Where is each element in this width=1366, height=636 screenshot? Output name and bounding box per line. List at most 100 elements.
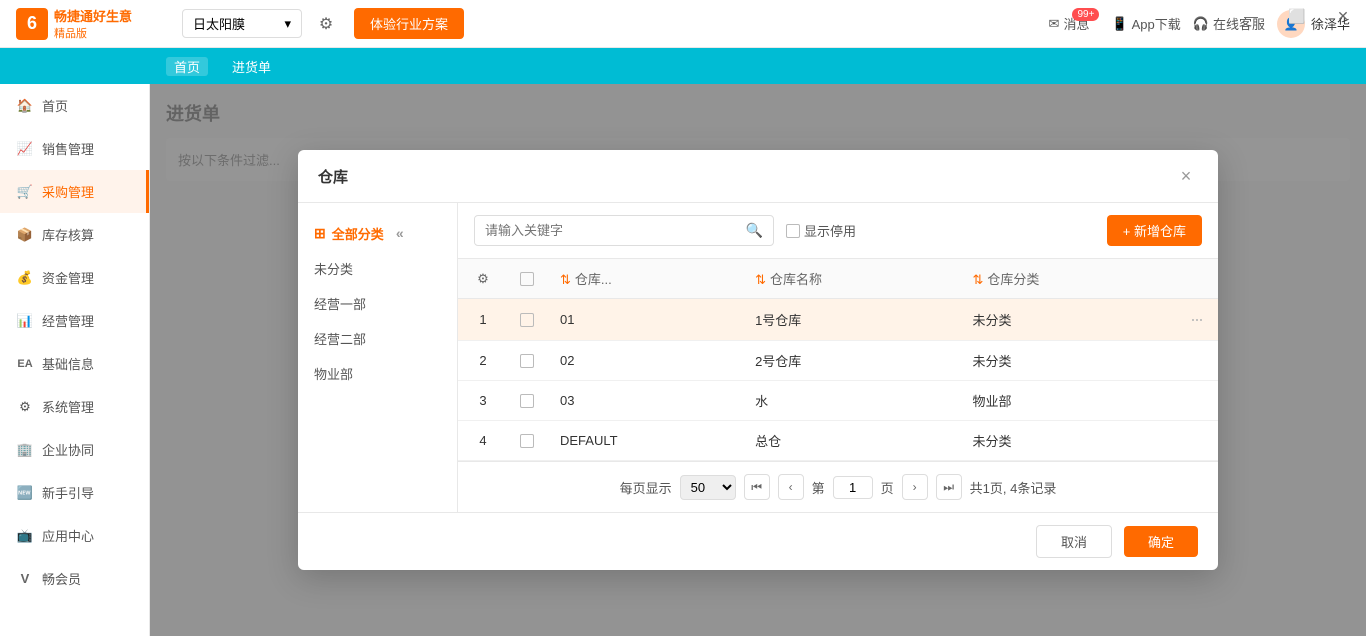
- select-all-checkbox[interactable]: [520, 272, 534, 286]
- sub-header: 首页 进货单: [0, 48, 1366, 84]
- all-categories-label: 全部分类: [332, 224, 384, 243]
- row-no-1: 1: [458, 299, 508, 341]
- sidebar-item-inventory[interactable]: 📦 库存核算: [0, 213, 149, 256]
- branch-selector[interactable]: 日太阳膜 ▾: [182, 9, 302, 38]
- main-layout: 🏠 首页 📈 销售管理 🛒 采购管理 📦 库存核算 💰 资金管理 📊 经营管理 …: [0, 84, 1366, 636]
- sub-nav-home[interactable]: 首页: [166, 57, 208, 76]
- message-btn[interactable]: ✉ 消息 99+: [1049, 14, 1090, 33]
- th-name: ⇅仓库名称: [743, 259, 960, 299]
- row-category-1: 未分类: [961, 299, 1178, 341]
- row-name-4: 总仓: [743, 421, 960, 461]
- sidebar: 🏠 首页 📈 销售管理 🛒 采购管理 📦 库存核算 💰 资金管理 📊 经营管理 …: [0, 84, 150, 636]
- sidebar-item-basic[interactable]: EA 基础信息: [0, 342, 149, 385]
- modal-title: 仓库: [318, 166, 348, 187]
- sidebar-label-sales: 销售管理: [42, 139, 94, 158]
- per-page-select[interactable]: 50 10 20 100: [680, 475, 736, 500]
- sidebar-item-app-center[interactable]: 📺 应用中心: [0, 514, 149, 557]
- sidebar-item-sales[interactable]: 📈 销售管理: [0, 127, 149, 170]
- settings-icon-btn[interactable]: ⚙: [310, 8, 342, 40]
- warehouse-modal: 仓库 × ⊞ 全部分类 « 未分类 经营一部 经营二部: [298, 150, 1218, 570]
- table-row[interactable]: 1 01 1号仓库 未分类 ···: [458, 299, 1218, 341]
- row-checkbox-4[interactable]: [520, 434, 534, 448]
- trial-button[interactable]: 体验行业方案: [354, 8, 464, 39]
- pagination-bar: 每页显示 50 10 20 100 ⏮ ‹ 第 页: [458, 461, 1218, 512]
- sidebar-item-system[interactable]: ⚙ 系统管理: [0, 385, 149, 428]
- guide-icon: 🆕: [16, 484, 34, 502]
- row-checkbox-1[interactable]: [520, 313, 534, 327]
- row-name-1: 1号仓库: [743, 299, 960, 341]
- sort-icon-category: ⇅: [973, 272, 984, 287]
- category-panel: ⊞ 全部分类 « 未分类 经营一部 经营二部 物业部: [298, 203, 458, 512]
- sidebar-item-operations[interactable]: 📊 经营管理: [0, 299, 149, 342]
- category-item-dept2[interactable]: 经营二部: [298, 321, 457, 356]
- system-icon: ⚙: [16, 398, 34, 416]
- modal-close-btn[interactable]: ×: [1174, 164, 1198, 188]
- row-code-4: DEFAULT: [548, 421, 743, 461]
- grid-icon: ⊞: [314, 225, 326, 242]
- show-disabled-checkbox[interactable]: [786, 224, 800, 238]
- last-page-btn[interactable]: ⏭: [936, 474, 962, 500]
- sidebar-label-app-center: 应用中心: [42, 526, 94, 545]
- table-panel: 🔍 显示停用 + 新增仓库: [458, 203, 1218, 512]
- search-button[interactable]: 🔍: [736, 216, 773, 245]
- current-page-input[interactable]: [833, 476, 873, 499]
- sidebar-label-inventory: 库存核算: [42, 225, 94, 244]
- row-code-2: 02: [548, 341, 743, 381]
- collapse-panel-btn[interactable]: «: [390, 223, 410, 243]
- sidebar-item-finance[interactable]: 💰 资金管理: [0, 256, 149, 299]
- table-row[interactable]: 3 03 水 物业部: [458, 381, 1218, 421]
- more-actions-btn-1[interactable]: ···: [1190, 309, 1202, 330]
- sidebar-item-home[interactable]: 🏠 首页: [0, 84, 149, 127]
- row-checkbox-2[interactable]: [520, 354, 534, 368]
- sidebar-label-purchase: 采购管理: [42, 182, 94, 201]
- home-icon: 🏠: [16, 97, 34, 115]
- row-check-3: [508, 381, 548, 421]
- sidebar-item-enterprise[interactable]: 🏢 企业协同: [0, 428, 149, 471]
- operations-icon: 📊: [16, 312, 34, 330]
- search-input[interactable]: [475, 217, 736, 244]
- app-download-btn[interactable]: 📱 App下载: [1111, 14, 1180, 33]
- table-row[interactable]: 4 DEFAULT 总仓 未分类: [458, 421, 1218, 461]
- th-actions: [1178, 259, 1218, 299]
- minimize-btn[interactable]: —: [1228, 0, 1274, 32]
- confirm-button[interactable]: 确定: [1124, 526, 1198, 557]
- row-check-2: [508, 341, 548, 381]
- basic-icon: EA: [16, 355, 34, 373]
- next-page-btn[interactable]: ›: [902, 474, 928, 500]
- close-btn[interactable]: ✕: [1320, 0, 1366, 32]
- app-logo-icon: 6: [16, 8, 48, 40]
- row-category-4: 未分类: [961, 421, 1178, 461]
- sidebar-label-member: 畅会员: [42, 569, 81, 588]
- inventory-icon: 📦: [16, 226, 34, 244]
- row-name-3: 水: [743, 381, 960, 421]
- cancel-button[interactable]: 取消: [1036, 525, 1112, 558]
- add-warehouse-btn[interactable]: + 新增仓库: [1107, 215, 1202, 246]
- row-actions-3: [1178, 381, 1218, 421]
- page-suffix: 页: [881, 478, 894, 497]
- row-checkbox-3[interactable]: [520, 394, 534, 408]
- row-name-2: 2号仓库: [743, 341, 960, 381]
- sidebar-label-basic: 基础信息: [42, 354, 94, 373]
- prev-page-btn[interactable]: ‹: [778, 474, 804, 500]
- show-disabled-toggle[interactable]: 显示停用: [786, 221, 856, 240]
- purchase-icon: 🛒: [16, 183, 34, 201]
- table-row[interactable]: 2 02 2号仓库 未分类: [458, 341, 1218, 381]
- sidebar-label-system: 系统管理: [42, 397, 94, 416]
- row-check-4: [508, 421, 548, 461]
- sidebar-item-member[interactable]: V 畅会员: [0, 557, 149, 600]
- first-page-btn[interactable]: ⏮: [744, 474, 770, 500]
- category-item-dept1[interactable]: 经营一部: [298, 286, 457, 321]
- all-categories-btn[interactable]: ⊞ 全部分类 «: [298, 215, 457, 251]
- maximize-btn[interactable]: ⬜: [1274, 0, 1320, 32]
- category-item-unclassified[interactable]: 未分类: [298, 251, 457, 286]
- sidebar-item-guide[interactable]: 🆕 新手引导: [0, 471, 149, 514]
- window-controls: — ⬜ ✕: [1228, 0, 1366, 32]
- gear-settings-icon[interactable]: ⚙: [477, 271, 489, 287]
- category-item-property[interactable]: 物业部: [298, 356, 457, 391]
- sales-icon: 📈: [16, 140, 34, 158]
- table-scroll: ⚙ ⇅仓库...: [458, 259, 1218, 461]
- sub-nav-purchase[interactable]: 进货单: [224, 57, 279, 76]
- sidebar-item-purchase[interactable]: 🛒 采购管理: [0, 170, 149, 213]
- message-icon: ✉: [1049, 16, 1060, 32]
- row-no-3: 3: [458, 381, 508, 421]
